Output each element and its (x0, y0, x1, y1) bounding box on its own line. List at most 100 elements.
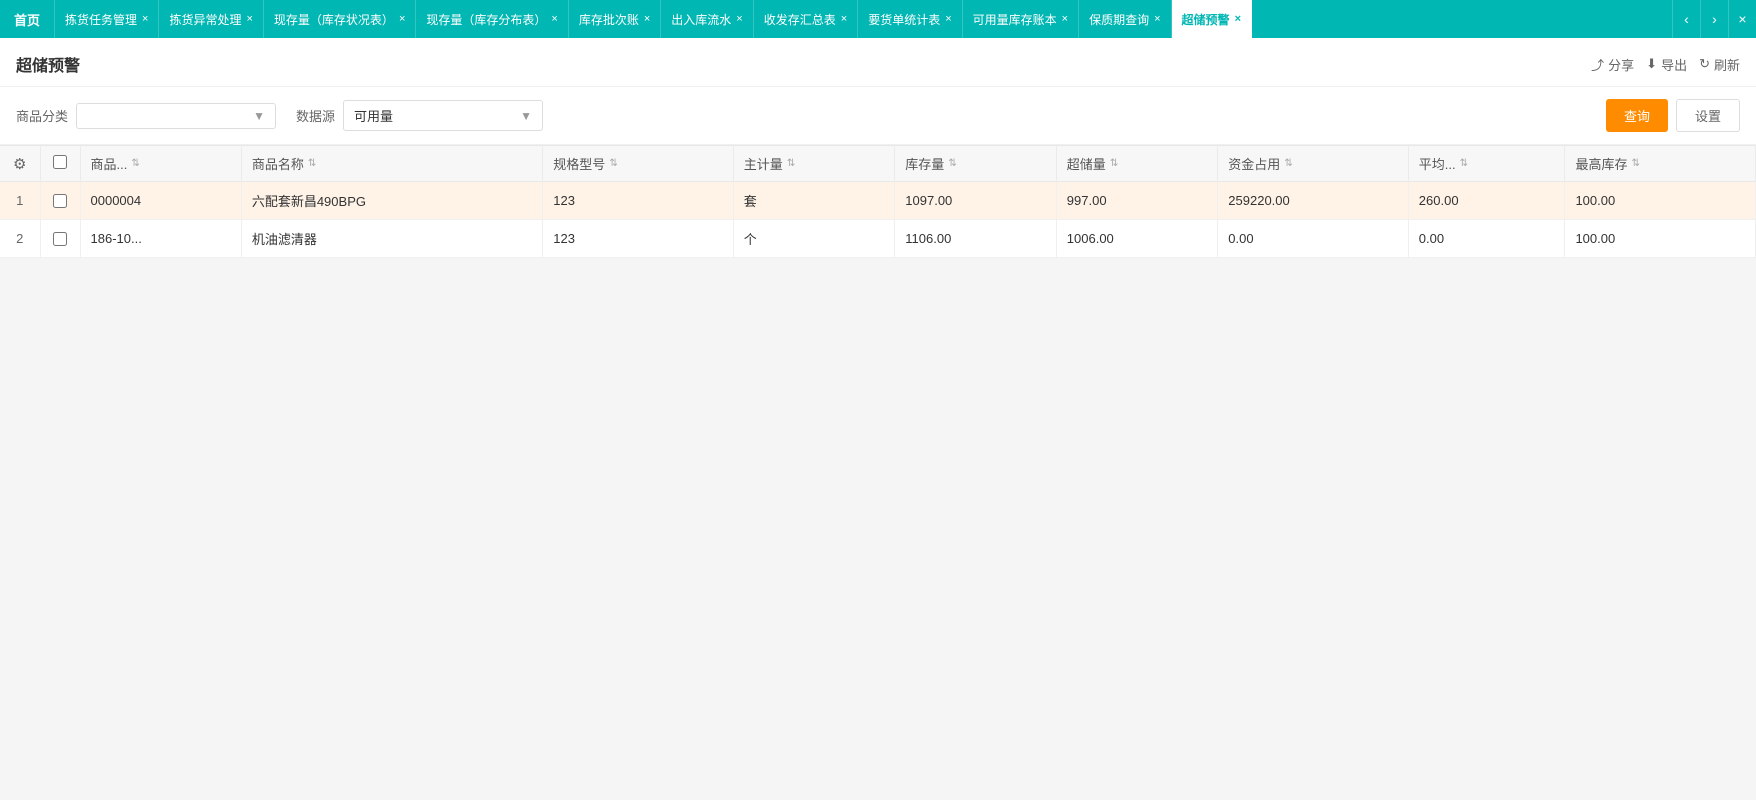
nav-tab-close-0[interactable]: × (142, 13, 148, 25)
nav-tab-label-2: 现存量（库存状况表） (274, 11, 394, 28)
cell-max-stock-1: 100.00 (1565, 220, 1756, 258)
cell-index-0: 1 (0, 182, 40, 220)
nav-tab-label-0: 拣货任务管理 (65, 11, 137, 28)
cell-over-stock-1: 1006.00 (1056, 220, 1218, 258)
cell-unit-0: 套 (733, 182, 895, 220)
share-icon: ⤴ (1591, 55, 1604, 74)
nav-tab-close-4[interactable]: × (644, 13, 650, 25)
th-stock: 库存量 ⇅ (895, 146, 1057, 182)
row-checkbox-1[interactable] (53, 232, 67, 246)
cell-product-name-1: 机油滤清器 (241, 220, 542, 258)
sort-icon-over-stock[interactable]: ⇅ (1110, 158, 1118, 169)
nav-close-all-button[interactable]: × (1728, 0, 1756, 38)
th-over-stock: 超储量 ⇅ (1056, 146, 1218, 182)
nav-tab-label-7: 要货单统计表 (868, 11, 940, 28)
cell-avg-1: 0.00 (1408, 220, 1565, 258)
nav-tab-10[interactable]: 超储预警 × (1172, 0, 1252, 38)
nav-tab-close-3[interactable]: × (551, 13, 557, 25)
th-max-stock-label: 最高库存 (1575, 154, 1627, 173)
refresh-label: 刷新 (1714, 55, 1740, 74)
nav-tab-9[interactable]: 保质期查询 × (1079, 0, 1171, 38)
sort-icon-max-stock[interactable]: ⇅ (1631, 158, 1639, 169)
cell-max-stock-0: 100.00 (1565, 182, 1756, 220)
chevron-down-icon: ▼ (253, 109, 265, 123)
nav-tab-3[interactable]: 现存量（库存分布表） × (416, 0, 568, 38)
th-unit: 主计量 ⇅ (733, 146, 895, 182)
row-checkbox-0[interactable] (53, 194, 67, 208)
nav-next-button[interactable]: › (1700, 0, 1728, 38)
cell-capital-0: 259220.00 (1218, 182, 1409, 220)
sort-icon-unit[interactable]: ⇅ (787, 158, 795, 169)
nav-tab-close-9[interactable]: × (1154, 13, 1160, 25)
product-category-select[interactable]: ▼ (76, 103, 276, 129)
nav-tab-4[interactable]: 库存批次账 × (569, 0, 661, 38)
export-icon: ⬇ (1646, 56, 1657, 72)
sort-icon-spec[interactable]: ⇅ (609, 158, 617, 169)
th-avg: 平均... ⇅ (1408, 146, 1565, 182)
cell-spec-0: 123 (543, 182, 734, 220)
th-over-stock-label: 超储量 (1067, 154, 1106, 173)
nav-tab-2[interactable]: 现存量（库存状况表） × (264, 0, 416, 38)
select-all-checkbox[interactable] (53, 155, 67, 169)
nav-tab-8[interactable]: 可用量库存账本 × (963, 0, 1079, 38)
nav-tab-close-8[interactable]: × (1062, 13, 1068, 25)
data-source-select[interactable]: 可用量 ▼ (343, 100, 543, 131)
cell-avg-0: 260.00 (1408, 182, 1565, 220)
nav-tab-0[interactable]: 拣货任务管理 × (55, 0, 159, 38)
nav-tab-close-7[interactable]: × (945, 13, 951, 25)
nav-tab-close-6[interactable]: × (841, 13, 847, 25)
export-button[interactable]: ⬇ 导出 (1646, 55, 1687, 74)
nav-tab-close-1[interactable]: × (246, 13, 252, 25)
nav-tab-label-9: 保质期查询 (1089, 11, 1149, 28)
cell-index-1: 2 (0, 220, 40, 258)
nav-tab-label-4: 库存批次账 (579, 11, 639, 28)
sort-icon-product-name[interactable]: ⇅ (308, 158, 316, 169)
cell-product-name-0: 六配套新昌490BPG (241, 182, 542, 220)
nav-tab-6[interactable]: 收发存汇总表 × (754, 0, 858, 38)
nav-home[interactable]: 首页 (0, 0, 55, 38)
th-max-stock: 最高库存 ⇅ (1565, 146, 1756, 182)
gear-icon[interactable]: ⚙ (13, 156, 26, 173)
sort-icon-avg[interactable]: ⇅ (1460, 158, 1468, 169)
cell-checkbox-1 (40, 220, 80, 258)
query-button[interactable]: 查询 (1606, 99, 1668, 132)
share-button[interactable]: ⤴ 分享 (1591, 55, 1634, 74)
page-header: 超储预警 ⤴ 分享 ⬇ 导出 ↻ 刷新 (0, 38, 1756, 87)
data-source-label: 数据源 (296, 106, 335, 125)
sort-icon-stock[interactable]: ⇅ (948, 158, 956, 169)
cell-stock-0: 1097.00 (895, 182, 1057, 220)
th-product-code: 商品... ⇅ (80, 146, 241, 182)
filter-area: 商品分类 ▼ 数据源 可用量 ▼ 查询 设置 (0, 87, 1756, 145)
th-gear: ⚙ (0, 146, 40, 182)
nav-tab-close-5[interactable]: × (736, 13, 742, 25)
product-category-label: 商品分类 (16, 106, 68, 125)
th-product-code-label: 商品... (91, 154, 128, 173)
top-navigation: 首页 拣货任务管理 × 拣货异常处理 × 现存量（库存状况表） × 现存量（库存… (0, 0, 1756, 38)
table-body: 1 0000004 六配套新昌490BPG 123 套 1097.00 997.… (0, 182, 1756, 258)
nav-tab-5[interactable]: 出入库流水 × (661, 0, 753, 38)
nav-tab-label-6: 收发存汇总表 (764, 11, 836, 28)
nav-tab-close-10[interactable]: × (1235, 13, 1241, 25)
refresh-icon: ↻ (1699, 56, 1710, 72)
table-header-row: ⚙ 商品... ⇅ 商品名称 ⇅ (0, 146, 1756, 182)
table-row[interactable]: 1 0000004 六配套新昌490BPG 123 套 1097.00 997.… (0, 182, 1756, 220)
th-checkbox (40, 146, 80, 182)
table-container: ⚙ 商品... ⇅ 商品名称 ⇅ (0, 145, 1756, 258)
nav-tab-7[interactable]: 要货单统计表 × (858, 0, 962, 38)
nav-tab-label-8: 可用量库存账本 (973, 11, 1057, 28)
cell-product-code-0: 0000004 (80, 182, 241, 220)
nav-tab-1[interactable]: 拣货异常处理 × (159, 0, 263, 38)
sort-icon-product-code[interactable]: ⇅ (131, 158, 139, 169)
export-label: 导出 (1661, 55, 1687, 74)
nav-tab-label-1: 拣货异常处理 (169, 11, 241, 28)
cell-unit-1: 个 (733, 220, 895, 258)
refresh-button[interactable]: ↻ 刷新 (1699, 55, 1740, 74)
nav-tab-close-2[interactable]: × (399, 13, 405, 25)
nav-prev-button[interactable]: ‹ (1672, 0, 1700, 38)
sort-icon-capital[interactable]: ⇅ (1284, 158, 1292, 169)
th-unit-label: 主计量 (744, 154, 783, 173)
table-row[interactable]: 2 186-10... 机油滤清器 123 个 1106.00 1006.00 … (0, 220, 1756, 258)
settings-button[interactable]: 设置 (1676, 99, 1740, 132)
product-category-filter: 商品分类 ▼ (16, 103, 276, 129)
nav-tab-label-3: 现存量（库存分布表） (426, 11, 546, 28)
